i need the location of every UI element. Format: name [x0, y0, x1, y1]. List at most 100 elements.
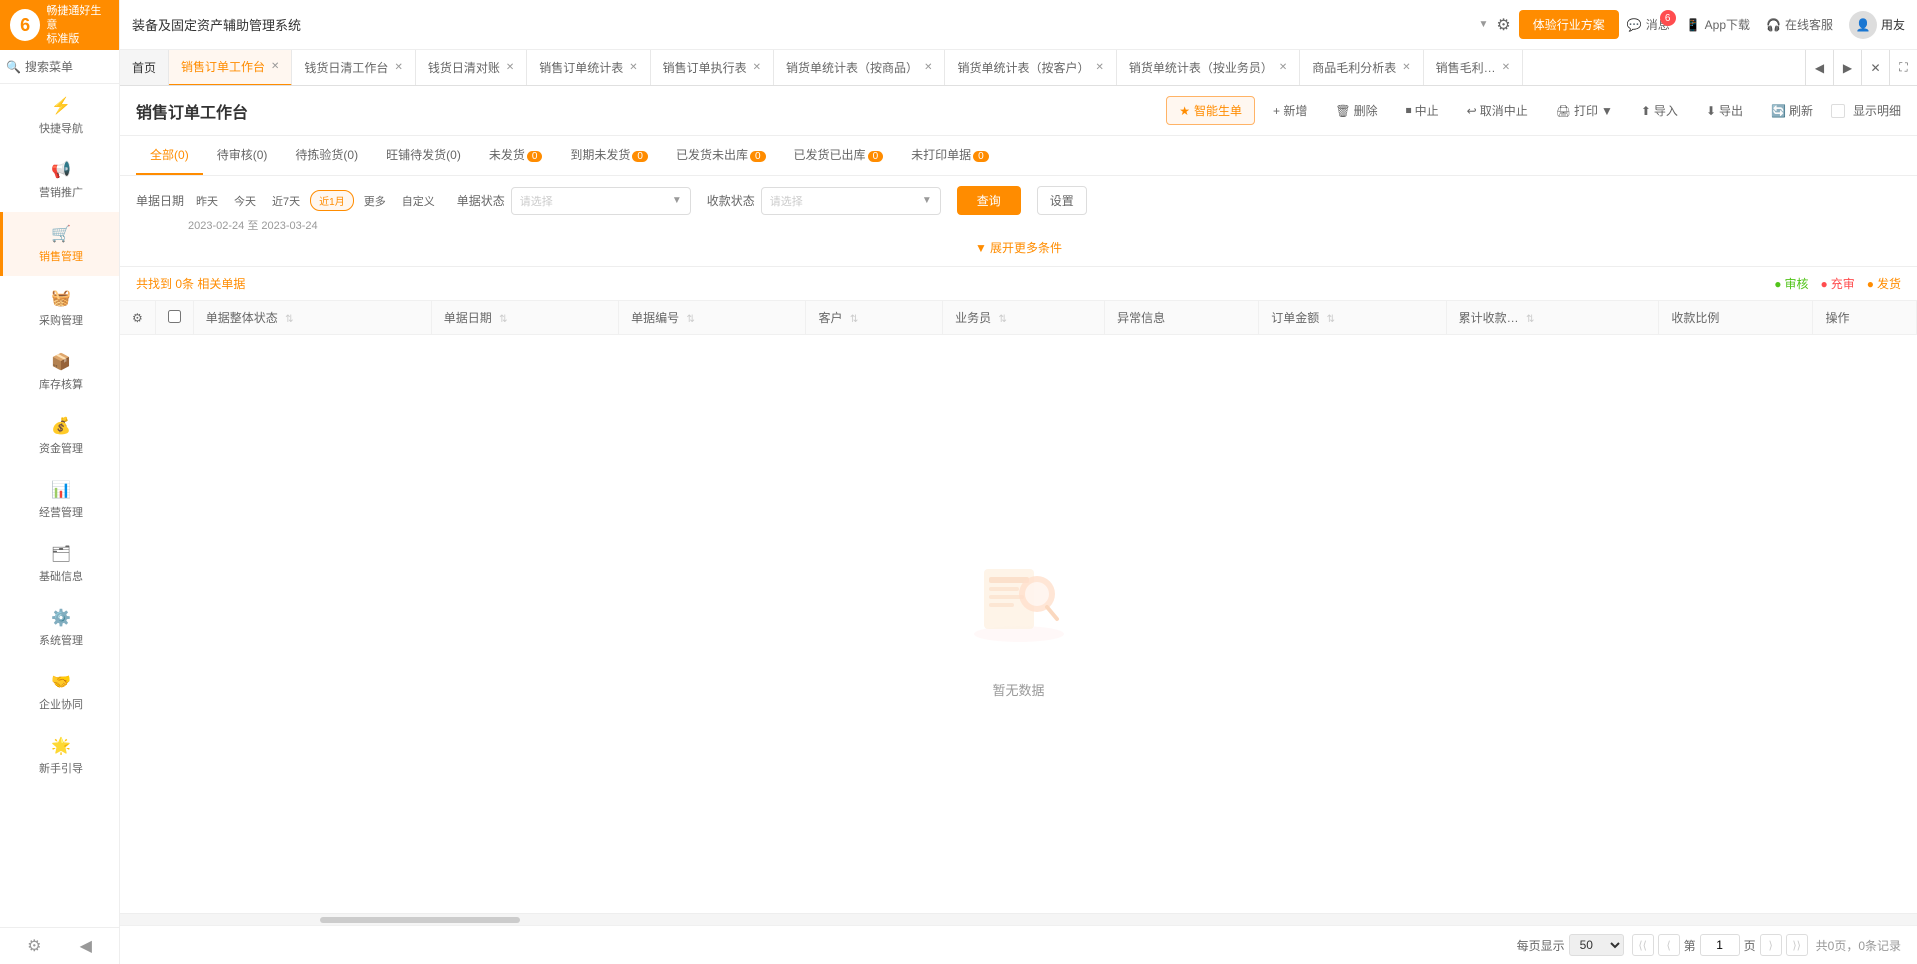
- page-number-input[interactable]: [1700, 934, 1740, 956]
- solution-button[interactable]: 体验行业方案: [1519, 10, 1619, 39]
- filter-tab-pending-inspect[interactable]: 待拣验货(0): [281, 136, 372, 175]
- filter-tab-all[interactable]: 全部(0): [136, 136, 203, 175]
- filter-tab-pending-review[interactable]: 待审核(0): [203, 136, 282, 175]
- sidebar-item-finance[interactable]: 💰 资金管理: [0, 404, 119, 468]
- tab-close-gross-profit[interactable]: ✕: [1402, 62, 1410, 73]
- tab-sales-by-staff[interactable]: 销货单统计表（按业务员） ✕: [1117, 50, 1300, 86]
- filter-tab-overdue-ship[interactable]: 到期未发货0: [556, 136, 662, 175]
- tab-sales-exec[interactable]: 销售订单执行表 ✕: [651, 50, 774, 86]
- batch-cancel-link[interactable]: ● 充审: [1820, 275, 1854, 292]
- tab-fullscreen[interactable]: ⛶: [1889, 50, 1917, 86]
- page-nav: ⟨⟨ ⟨ 第 页 ⟩ ⟩⟩: [1632, 934, 1808, 956]
- tab-sales-by-customer[interactable]: 销货单统计表（按客户） ✕: [945, 50, 1116, 86]
- filter-tab-not-shipped[interactable]: 未发货0: [475, 136, 557, 175]
- tab-sales-gross[interactable]: 销售毛利… ✕: [1424, 50, 1523, 86]
- stop-button[interactable]: ⏹ 中止: [1396, 97, 1449, 124]
- filter-tab-shipped-warehoused[interactable]: 已发货已出库0: [780, 136, 898, 175]
- expand-more-btn[interactable]: ▼ 展开更多条件: [975, 239, 1062, 256]
- horizontal-scrollbar[interactable]: [120, 913, 1917, 925]
- tab-sales-by-goods[interactable]: 销货单统计表（按商品） ✕: [774, 50, 945, 86]
- tab-close-sales-workbench[interactable]: ✕: [271, 61, 279, 72]
- sidebar-item-system[interactable]: ⚙️ 系统管理: [0, 596, 119, 660]
- filter-tab-shipped-not-warehoused[interactable]: 已发货未出库0: [662, 136, 780, 175]
- refresh-button[interactable]: 🔄 刷新: [1761, 97, 1823, 124]
- sort-customer-icon[interactable]: ⇅: [850, 314, 858, 325]
- tab-gross-profit[interactable]: 商品毛利分析表 ✕: [1300, 50, 1423, 86]
- import-button[interactable]: ⬆ 导入: [1631, 97, 1688, 124]
- add-button[interactable]: + 新增: [1263, 97, 1317, 124]
- cancel-stop-button[interactable]: ↩ 取消中止: [1457, 97, 1538, 124]
- query-button[interactable]: 查询: [957, 186, 1021, 215]
- tab-close-sales-by-goods[interactable]: ✕: [924, 62, 932, 73]
- tab-close-cash-reconcile[interactable]: ✕: [506, 62, 514, 73]
- sort-date-icon[interactable]: ⇅: [499, 314, 507, 325]
- smart-create-button[interactable]: ★ 智能生单: [1166, 96, 1255, 125]
- pagination: 每页显示 50 100 200 ⟨⟨ ⟨ 第 页 ⟩ ⟩⟩ 共0页，0条记录: [120, 925, 1917, 964]
- sort-received-icon[interactable]: ⇅: [1526, 314, 1534, 325]
- tab-close-sales-exec[interactable]: ✕: [753, 62, 761, 73]
- date-btn-more[interactable]: 更多: [358, 190, 392, 212]
- payment-select[interactable]: 请选择 ▼: [761, 187, 941, 215]
- filter-tab-wangpu-ship[interactable]: 旺铺待发货(0): [372, 136, 475, 175]
- filter-tab-not-printed[interactable]: 未打印单据0: [897, 136, 1003, 175]
- page-size-select[interactable]: 50 100 200: [1569, 934, 1624, 956]
- sidebar-item-quick-nav[interactable]: ⚡ 快捷导航: [0, 84, 119, 148]
- date-btn-1month[interactable]: 近1月: [310, 190, 354, 211]
- online-service-item[interactable]: 🎧 在线客服: [1766, 16, 1833, 33]
- page-last-btn[interactable]: ⟩⟩: [1786, 934, 1808, 956]
- sort-amount-icon[interactable]: ⇅: [1327, 314, 1335, 325]
- topbar-settings-icon[interactable]: ⚙: [1496, 15, 1510, 35]
- app-download-item[interactable]: 📱 App下载: [1686, 16, 1750, 33]
- tab-close-sales-stats[interactable]: ✕: [629, 62, 637, 73]
- tab-sales-stats[interactable]: 销售订单统计表 ✕: [527, 50, 650, 86]
- collapse-icon[interactable]: ◀: [80, 936, 92, 956]
- cancel-circle-icon: ●: [1820, 277, 1827, 291]
- batch-deliver-link[interactable]: ● 发货: [1867, 275, 1901, 292]
- display-detail-checkbox[interactable]: [1831, 104, 1845, 118]
- sort-staff-icon[interactable]: ⇅: [999, 314, 1007, 325]
- tab-scroll-right[interactable]: ▶: [1833, 50, 1861, 86]
- settings-bottom-icon[interactable]: ⚙: [27, 936, 41, 956]
- sort-number-icon[interactable]: ⇅: [686, 314, 694, 325]
- delete-button[interactable]: 🗑 删除: [1325, 97, 1387, 124]
- payment-select-arrow: ▼: [922, 195, 932, 206]
- sidebar-item-inventory[interactable]: 📦 库存核算: [0, 340, 119, 404]
- sidebar-item-sales[interactable]: 🛒 销售管理: [0, 212, 119, 276]
- date-btn-7days[interactable]: 近7天: [266, 190, 306, 212]
- col-settings-icon[interactable]: ⚙: [132, 311, 143, 325]
- sidebar-item-marketing[interactable]: 📢 营销推广: [0, 148, 119, 212]
- messages-item[interactable]: 💬 消息 6: [1627, 16, 1670, 33]
- sidebar-item-purchase[interactable]: 🧺 采购管理: [0, 276, 119, 340]
- tab-close-cash-daily[interactable]: ✕: [394, 62, 402, 73]
- page-first-btn[interactable]: ⟨⟨: [1632, 934, 1654, 956]
- date-btn-today[interactable]: 今天: [228, 190, 262, 212]
- data-table: ⚙ 单据整体状态 ⇅ 单据日期 ⇅: [120, 301, 1917, 335]
- sidebar-item-basic[interactable]: 🗂 基础信息: [0, 532, 119, 596]
- tab-sales-workbench[interactable]: 销售订单工作台 ✕: [169, 50, 292, 86]
- tab-cash-daily[interactable]: 钱货日清工作台 ✕: [292, 50, 415, 86]
- sidebar-search[interactable]: 🔍 搜索菜单: [0, 50, 119, 84]
- page-prev-btn[interactable]: ⟨: [1658, 934, 1680, 956]
- tab-close-sales-gross[interactable]: ✕: [1502, 62, 1510, 73]
- tab-close-sales-by-customer[interactable]: ✕: [1095, 62, 1103, 73]
- search-settings-button[interactable]: 设置: [1037, 186, 1087, 215]
- batch-audit-link[interactable]: ● 审核: [1774, 275, 1808, 292]
- sidebar-item-operations[interactable]: 📊 经营管理: [0, 468, 119, 532]
- tab-home[interactable]: 首页: [120, 50, 169, 86]
- user-menu[interactable]: 👤 用友: [1849, 11, 1905, 39]
- date-btn-yesterday[interactable]: 昨天: [190, 190, 224, 212]
- select-all-checkbox[interactable]: [168, 310, 181, 323]
- export-button[interactable]: ⬇ 导出: [1696, 97, 1753, 124]
- print-button[interactable]: 🖨 打印 ▼: [1546, 97, 1623, 124]
- tab-close-sales-by-staff[interactable]: ✕: [1279, 62, 1287, 73]
- date-btn-custom[interactable]: 自定义: [396, 190, 441, 212]
- sidebar-item-guide[interactable]: 🌟 新手引导: [0, 724, 119, 788]
- status-select[interactable]: 请选择 ▼: [511, 187, 691, 215]
- sort-status-icon[interactable]: ⇅: [285, 314, 293, 325]
- tab-cash-reconcile[interactable]: 钱货日清对账 ✕: [416, 50, 527, 86]
- tab-close-all[interactable]: ✕: [1861, 50, 1889, 86]
- page-next-btn[interactable]: ⟩: [1760, 934, 1782, 956]
- scrollbar-thumb[interactable]: [320, 917, 520, 923]
- sidebar-item-enterprise[interactable]: 🤝 企业协同: [0, 660, 119, 724]
- tab-scroll-left[interactable]: ◀: [1805, 50, 1833, 86]
